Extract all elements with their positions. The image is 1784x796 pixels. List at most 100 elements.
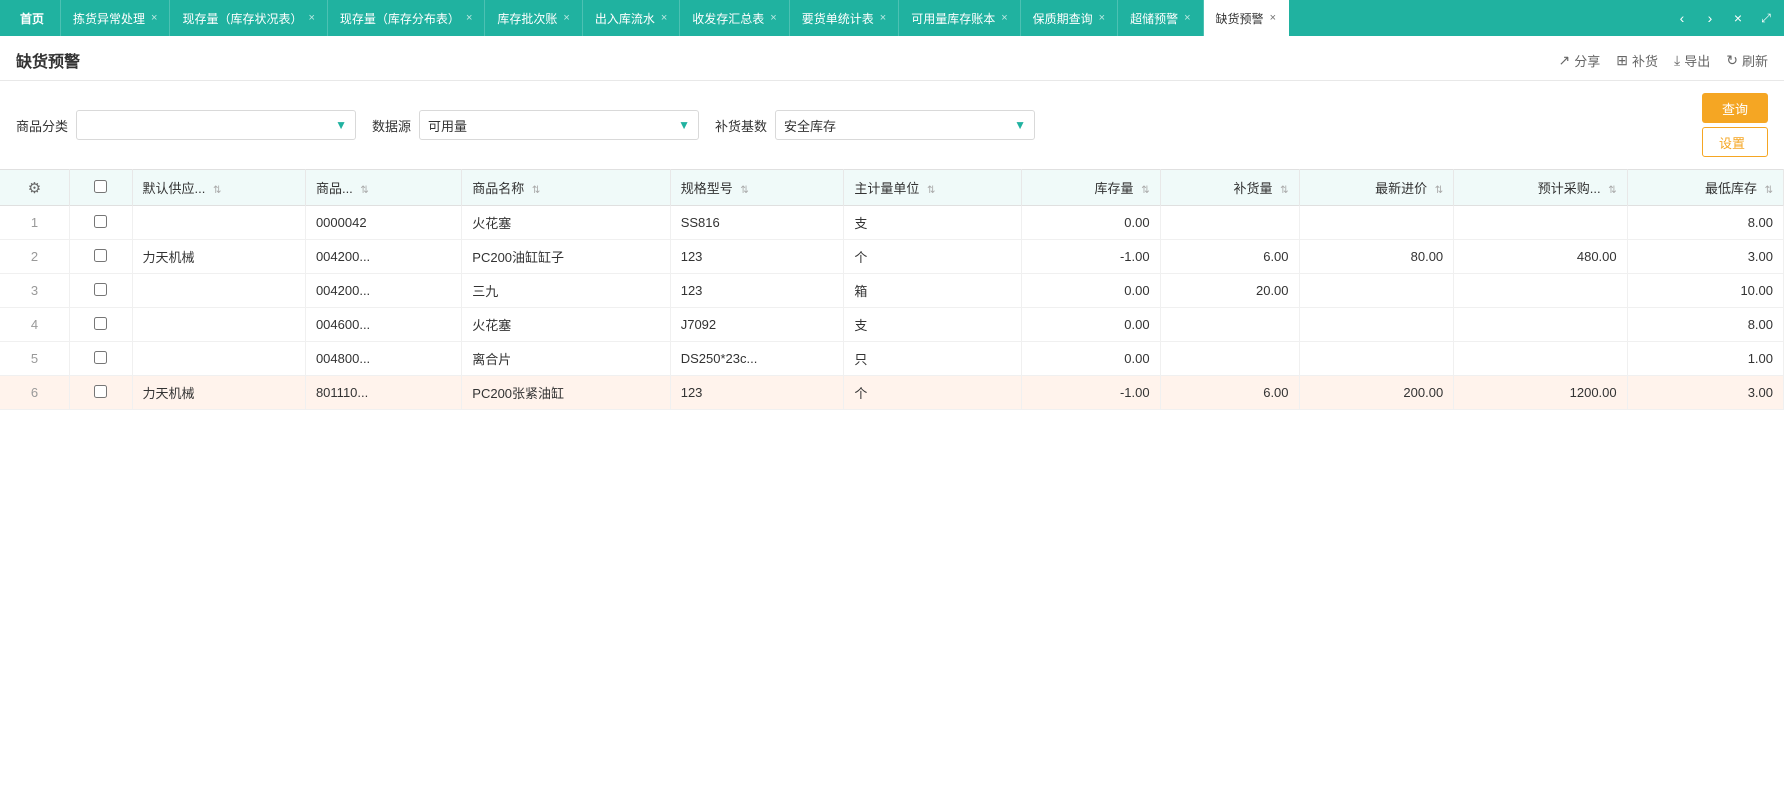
row-index: 3 xyxy=(0,274,69,308)
row-checkbox-cell[interactable] xyxy=(69,206,132,240)
row-code: 004200... xyxy=(305,274,461,308)
table-row[interactable]: 2 力天机械 004200... PC200油缸缸子 123 个 -1.00 6… xyxy=(0,240,1784,274)
tab-available-ledger[interactable]: 可用量库存账本 × xyxy=(899,0,1020,36)
row-replenish xyxy=(1160,342,1299,376)
tab-batch[interactable]: 库存批次账 × xyxy=(485,0,582,36)
table-row[interactable]: 6 力天机械 801110... PC200张紧油缸 123 个 -1.00 6… xyxy=(0,376,1784,410)
tab-available-ledger-close[interactable]: × xyxy=(1001,12,1007,24)
category-select[interactable]: ▼ xyxy=(76,110,356,140)
col-supplier-label: 默认供应... xyxy=(143,181,206,196)
filter-bar: 商品分类 ▼ 数据源 可用量 ▼ 补货基数 安全库存 ▼ 查询 设置 xyxy=(0,81,1784,169)
row-unit: 个 xyxy=(844,240,1021,274)
tab-next-button[interactable]: › xyxy=(1696,4,1724,32)
row-checkbox-cell[interactable] xyxy=(69,376,132,410)
tab-close-all-button[interactable]: × xyxy=(1724,4,1752,32)
tab-demand-stats[interactable]: 要货单统计表 × xyxy=(790,0,899,36)
replenish-base-select-arrow: ▼ xyxy=(1014,118,1026,132)
table-row[interactable]: 1 0000042 火花塞 SS816 支 0.00 8.00 xyxy=(0,206,1784,240)
row-checkbox[interactable] xyxy=(94,215,107,228)
col-header-spec[interactable]: 规格型号 ⇅ xyxy=(670,170,844,206)
col-header-replenish[interactable]: 补货量 ⇅ xyxy=(1160,170,1299,206)
tab-receive-summary[interactable]: 收发存汇总表 × xyxy=(680,0,789,36)
share-action[interactable]: ↗ 分享 xyxy=(1559,51,1601,70)
row-checkbox-cell[interactable] xyxy=(69,342,132,376)
export-action[interactable]: ⤓ 导出 xyxy=(1674,51,1710,70)
tab-batch-close[interactable]: × xyxy=(563,12,569,24)
row-estimated-purchase xyxy=(1454,308,1627,342)
col-header-settings[interactable]: ⚙ xyxy=(0,170,69,206)
row-checkbox-cell[interactable] xyxy=(69,274,132,308)
tab-nav-buttons: ‹ › × ⤢ xyxy=(1668,4,1780,32)
row-supplier xyxy=(132,308,305,342)
export-label: 导出 xyxy=(1684,51,1710,70)
tab-shortage-close[interactable]: × xyxy=(1270,12,1276,24)
row-name: PC200油缸缸子 xyxy=(462,240,670,274)
col-header-name[interactable]: 商品名称 ⇅ xyxy=(462,170,670,206)
row-checkbox-cell[interactable] xyxy=(69,240,132,274)
page-title: 缺货预警 xyxy=(16,48,80,72)
col-header-code[interactable]: 商品... ⇅ xyxy=(305,170,461,206)
category-filter-label: 商品分类 xyxy=(16,116,68,135)
datasource-select-arrow: ▼ xyxy=(678,118,690,132)
col-header-supplier[interactable]: 默认供应... ⇅ xyxy=(132,170,305,206)
tab-prev-button[interactable]: ‹ xyxy=(1668,4,1696,32)
row-checkbox[interactable] xyxy=(94,283,107,296)
tab-stock-dist-close[interactable]: × xyxy=(466,12,472,24)
tab-home[interactable]: 首页 xyxy=(4,0,61,36)
col-header-checkbox[interactable] xyxy=(69,170,132,206)
datasource-select[interactable]: 可用量 ▼ xyxy=(419,110,699,140)
row-checkbox[interactable] xyxy=(94,249,107,262)
settings-button[interactable]: 设置 xyxy=(1702,127,1768,157)
tab-fullscreen-button[interactable]: ⤢ xyxy=(1752,4,1780,32)
row-unit: 只 xyxy=(844,342,1021,376)
tab-receive-summary-close[interactable]: × xyxy=(770,12,776,24)
tab-overstock-close[interactable]: × xyxy=(1184,12,1190,24)
refresh-action[interactable]: ↻ 刷新 xyxy=(1726,51,1768,70)
tab-stock-status-close[interactable]: × xyxy=(308,12,314,24)
tab-overstock[interactable]: 超储预警 × xyxy=(1118,0,1203,36)
col-header-unit[interactable]: 主计量单位 ⇅ xyxy=(844,170,1021,206)
tab-stock-dist[interactable]: 现存量（库存分布表） × xyxy=(328,0,485,36)
col-header-min-stock[interactable]: 最低库存 ⇅ xyxy=(1627,170,1783,206)
row-code: 004800... xyxy=(305,342,461,376)
col-stock-sort-icon: ⇅ xyxy=(1141,185,1149,196)
query-button[interactable]: 查询 xyxy=(1702,93,1768,123)
tab-demand-stats-label: 要货单统计表 xyxy=(802,10,874,27)
table-row[interactable]: 4 004600... 火花塞 J7092 支 0.00 8.00 xyxy=(0,308,1784,342)
tab-expiry-query-close[interactable]: × xyxy=(1099,12,1105,24)
row-name: 三九 xyxy=(462,274,670,308)
col-latest-price-sort-icon: ⇅ xyxy=(1435,185,1443,196)
tab-expiry-query[interactable]: 保质期查询 × xyxy=(1021,0,1118,36)
tab-demand-stats-close[interactable]: × xyxy=(880,12,886,24)
row-checkbox[interactable] xyxy=(94,351,107,364)
row-checkbox[interactable] xyxy=(94,317,107,330)
category-filter-group: 商品分类 ▼ xyxy=(16,110,356,140)
tab-exception[interactable]: 拣货异常处理 × xyxy=(61,0,170,36)
tab-exception-label: 拣货异常处理 xyxy=(73,10,145,27)
tab-flow-close[interactable]: × xyxy=(661,12,667,24)
col-header-stock[interactable]: 库存量 ⇅ xyxy=(1021,170,1160,206)
tab-stock-dist-label: 现存量（库存分布表） xyxy=(340,10,460,27)
row-latest-price: 80.00 xyxy=(1299,240,1454,274)
tab-stock-status[interactable]: 现存量（库存状况表） × xyxy=(170,0,327,36)
replenish-base-select[interactable]: 安全库存 ▼ xyxy=(775,110,1035,140)
tab-shortage[interactable]: 缺货预警 × xyxy=(1204,0,1289,36)
col-header-latest-price[interactable]: 最新进价 ⇅ xyxy=(1299,170,1454,206)
row-name: 离合片 xyxy=(462,342,670,376)
tab-exception-close[interactable]: × xyxy=(151,12,157,24)
row-unit: 支 xyxy=(844,206,1021,240)
tab-flow[interactable]: 出入库流水 × xyxy=(583,0,680,36)
row-checkbox-cell[interactable] xyxy=(69,308,132,342)
table-row[interactable]: 3 004200... 三九 123 箱 0.00 20.00 10.00 xyxy=(0,274,1784,308)
gear-icon[interactable]: ⚙ xyxy=(28,180,41,197)
table-body: 1 0000042 火花塞 SS816 支 0.00 8.00 2 力天机械 0… xyxy=(0,206,1784,410)
row-estimated-purchase: 480.00 xyxy=(1454,240,1627,274)
select-all-checkbox[interactable] xyxy=(94,180,107,193)
export-icon: ⤓ xyxy=(1674,52,1680,69)
datasource-filter-group: 数据源 可用量 ▼ xyxy=(372,110,699,140)
col-header-estimated[interactable]: 预计采购... ⇅ xyxy=(1454,170,1627,206)
replenish-action[interactable]: ⊞ 补货 xyxy=(1616,51,1658,70)
table-row[interactable]: 5 004800... 离合片 DS250*23c... 只 0.00 1.00 xyxy=(0,342,1784,376)
row-supplier: 力天机械 xyxy=(132,376,305,410)
row-checkbox[interactable] xyxy=(94,385,107,398)
